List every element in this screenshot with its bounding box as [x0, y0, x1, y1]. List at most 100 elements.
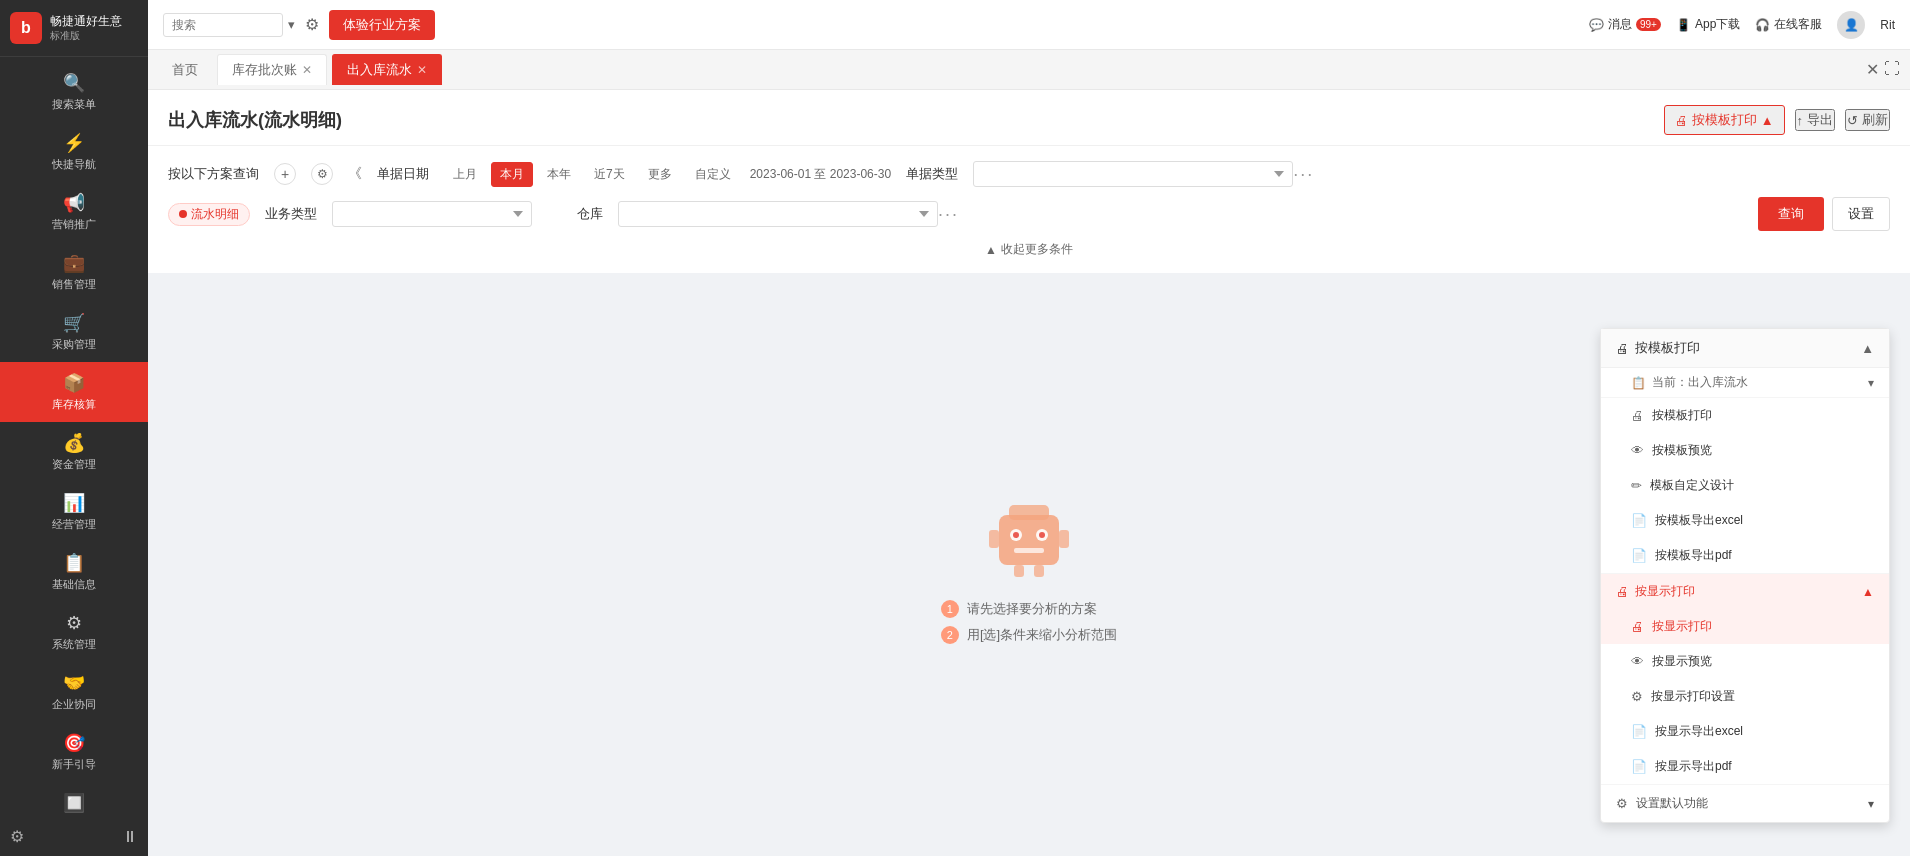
tab-flow-close[interactable]: ✕	[417, 63, 427, 77]
date-btn-last-month[interactable]: 上月	[444, 162, 486, 187]
date-btn-more[interactable]: 更多	[639, 162, 681, 187]
sidebar-label-guide: 新手引导	[52, 757, 96, 772]
design-icon: ✏	[1631, 478, 1642, 493]
tab-batch-close[interactable]: ✕	[302, 63, 312, 77]
display-excel-icon: 📄	[1631, 724, 1647, 739]
phone-icon: 📱	[1676, 18, 1691, 32]
sidebar-icon-enterprise: 🤝	[63, 672, 85, 694]
sidebar-item-app-center[interactable]: 🔲 应用中心	[0, 782, 148, 817]
sidebar-item-marketing[interactable]: 📢 营销推广	[0, 182, 148, 242]
date-range: 2023-06-01 至 2023-06-30	[750, 166, 891, 183]
tab-fullscreen-icon[interactable]: ⛶	[1884, 60, 1900, 79]
doc-type-more-icon[interactable]: ···	[1293, 164, 1314, 185]
sidebar-icon-purchase: 🛒	[63, 312, 85, 334]
page-title: 出入库流水(流水明细)	[168, 108, 342, 132]
display-submenu-header[interactable]: 🖨 按显示打印 ▲	[1601, 574, 1889, 609]
date-btn-this-month[interactable]: 本月	[491, 162, 533, 187]
dropdown-collapse-btn[interactable]: ▲	[1861, 341, 1874, 356]
sidebar-collapse-icon[interactable]: ⏸	[122, 828, 138, 846]
svg-rect-0	[999, 515, 1059, 565]
collapse-more-btn[interactable]: ▲ 收起更多条件	[985, 241, 1073, 258]
dropdown-footer[interactable]: ⚙ 设置默认功能 ▾	[1601, 785, 1889, 822]
step-2-num: 2	[941, 626, 959, 644]
collapse-up-icon: ▲	[985, 243, 997, 257]
date-btn-7days[interactable]: 近7天	[585, 162, 634, 187]
sidebar-item-inventory[interactable]: 📦 库存核算	[0, 362, 148, 422]
current-expand-icon[interactable]: ▾	[1868, 376, 1874, 390]
display-export-excel-item[interactable]: 📄 按显示导出excel	[1601, 714, 1889, 749]
tab-home[interactable]: 首页	[158, 55, 212, 85]
filter-add-btn[interactable]: +	[274, 163, 296, 185]
sidebar-item-enterprise[interactable]: 🤝 企业协同	[0, 662, 148, 722]
warehouse-select[interactable]	[618, 201, 938, 227]
date-btn-custom[interactable]: 自定义	[686, 162, 740, 187]
topbar-gear-icon[interactable]: ⚙	[305, 15, 319, 34]
search-input[interactable]	[163, 13, 283, 37]
display-submenu-icon: 🖨	[1616, 584, 1629, 599]
warehouse-more-icon[interactable]: ···	[938, 204, 959, 225]
sidebar-label-finance: 资金管理	[52, 457, 96, 472]
filter-settings-btn[interactable]: ⚙	[311, 163, 333, 185]
main-content: ▾ ⚙ 体验行业方案 💬 消息 99+ 📱 App下载 🎧 在线客服 👤	[148, 0, 1910, 856]
display-submenu-arrow[interactable]: ▲	[1862, 585, 1874, 599]
display-preview-item[interactable]: 👁 按显示预览	[1601, 644, 1889, 679]
template-export-pdf-item[interactable]: 📄 按模板导出pdf	[1601, 538, 1889, 573]
sidebar-item-quick-nav[interactable]: ⚡ 快捷导航	[0, 122, 148, 182]
sidebar-item-operation[interactable]: 📊 经营管理	[0, 482, 148, 542]
sidebar-label-purchase: 采购管理	[52, 337, 96, 352]
template-preview-item[interactable]: 👁 按模板预览	[1601, 433, 1889, 468]
app-logo: b 畅捷通好生意 标准版	[0, 0, 148, 57]
sidebar-label-quick-nav: 快捷导航	[52, 157, 96, 172]
dropdown-title: 🖨 按模板打印	[1616, 339, 1700, 357]
sidebar-item-basic[interactable]: 📋 基础信息	[0, 542, 148, 602]
app-download-btn[interactable]: 📱 App下载	[1676, 16, 1740, 33]
sidebar-icon-app-center: 🔲	[63, 792, 85, 814]
query-btn[interactable]: 查询	[1758, 197, 1824, 231]
warehouse-label: 仓库	[577, 205, 603, 223]
display-settings-item[interactable]: ⚙ 按显示打印设置	[1601, 679, 1889, 714]
printer-icon-sm: 🖨	[1616, 341, 1629, 356]
template-export-excel-item[interactable]: 📄 按模板导出excel	[1601, 503, 1889, 538]
avatar[interactable]: 👤	[1837, 11, 1865, 39]
filter-collapse-row: ▲ 收起更多条件	[168, 241, 1890, 258]
export-btn[interactable]: ↑ 导出	[1795, 109, 1836, 131]
sidebar-icon-sales: 💼	[63, 252, 85, 274]
template-print-btn[interactable]: 🖨 按模板打印 ▲	[1664, 105, 1785, 135]
date-btn-this-year[interactable]: 本年	[538, 162, 580, 187]
display-print-icon: 🖨	[1631, 619, 1644, 634]
online-service-btn[interactable]: 🎧 在线客服	[1755, 16, 1822, 33]
template-print-item[interactable]: 🖨 按模板打印	[1601, 398, 1889, 433]
message-btn[interactable]: 💬 消息 99+	[1589, 16, 1661, 33]
sidebar-icon-quick-nav: ⚡	[63, 132, 85, 154]
sidebar-settings-icon[interactable]: ⚙	[10, 827, 24, 846]
sidebar-item-guide[interactable]: 🎯 新手引导	[0, 722, 148, 782]
business-type-field	[332, 201, 532, 227]
printer-icon: 🖨	[1675, 113, 1688, 128]
display-print-item[interactable]: 🖨 按显示打印	[1601, 609, 1889, 644]
business-type-select[interactable]	[332, 201, 532, 227]
tabs-bar: 首页 库存批次账 ✕ 出入库流水 ✕ ✕ ⛶	[148, 50, 1910, 90]
filter-collapse-btn[interactable]: 《	[348, 165, 362, 183]
template-custom-item[interactable]: ✏ 模板自定义设计	[1601, 468, 1889, 503]
settings-btn[interactable]: 设置	[1832, 197, 1890, 231]
sidebar-item-search[interactable]: 🔍 搜索菜单	[0, 62, 148, 122]
tab-close-all-icon[interactable]: ✕	[1866, 60, 1879, 79]
sidebar-item-finance[interactable]: 💰 资金管理	[0, 422, 148, 482]
username[interactable]: Rit	[1880, 18, 1895, 32]
dropdown-panel: 🖨 按模板打印 ▲ 📋 当前：出入库流水 ▾ 🖨	[1600, 328, 1890, 823]
tab-flow[interactable]: 出入库流水 ✕	[332, 54, 442, 85]
sidebar-item-system[interactable]: ⚙ 系统管理	[0, 602, 148, 662]
doc-type-select[interactable]	[973, 161, 1293, 187]
sidebar-item-sales[interactable]: 💼 销售管理	[0, 242, 148, 302]
active-filter-tag[interactable]: 流水明细	[168, 203, 250, 226]
display-export-pdf-item[interactable]: 📄 按显示导出pdf	[1601, 749, 1889, 784]
industry-btn[interactable]: 体验行业方案	[329, 10, 435, 40]
filter-row-bottom: 流水明细 业务类型 仓库 ··· 查询 设置	[168, 197, 1890, 231]
search-dropdown-icon[interactable]: ▾	[288, 17, 295, 32]
message-badge: 99+	[1636, 18, 1661, 31]
tab-batch[interactable]: 库存批次账 ✕	[217, 54, 327, 85]
sidebar-item-purchase[interactable]: 🛒 采购管理	[0, 302, 148, 362]
doc-type-field: ···	[973, 161, 1314, 187]
date-filter: 上月 本月 本年 近7天 更多 自定义 2023-06-01 至 2023-06…	[444, 162, 891, 187]
refresh-btn[interactable]: ↺ 刷新	[1845, 109, 1890, 131]
